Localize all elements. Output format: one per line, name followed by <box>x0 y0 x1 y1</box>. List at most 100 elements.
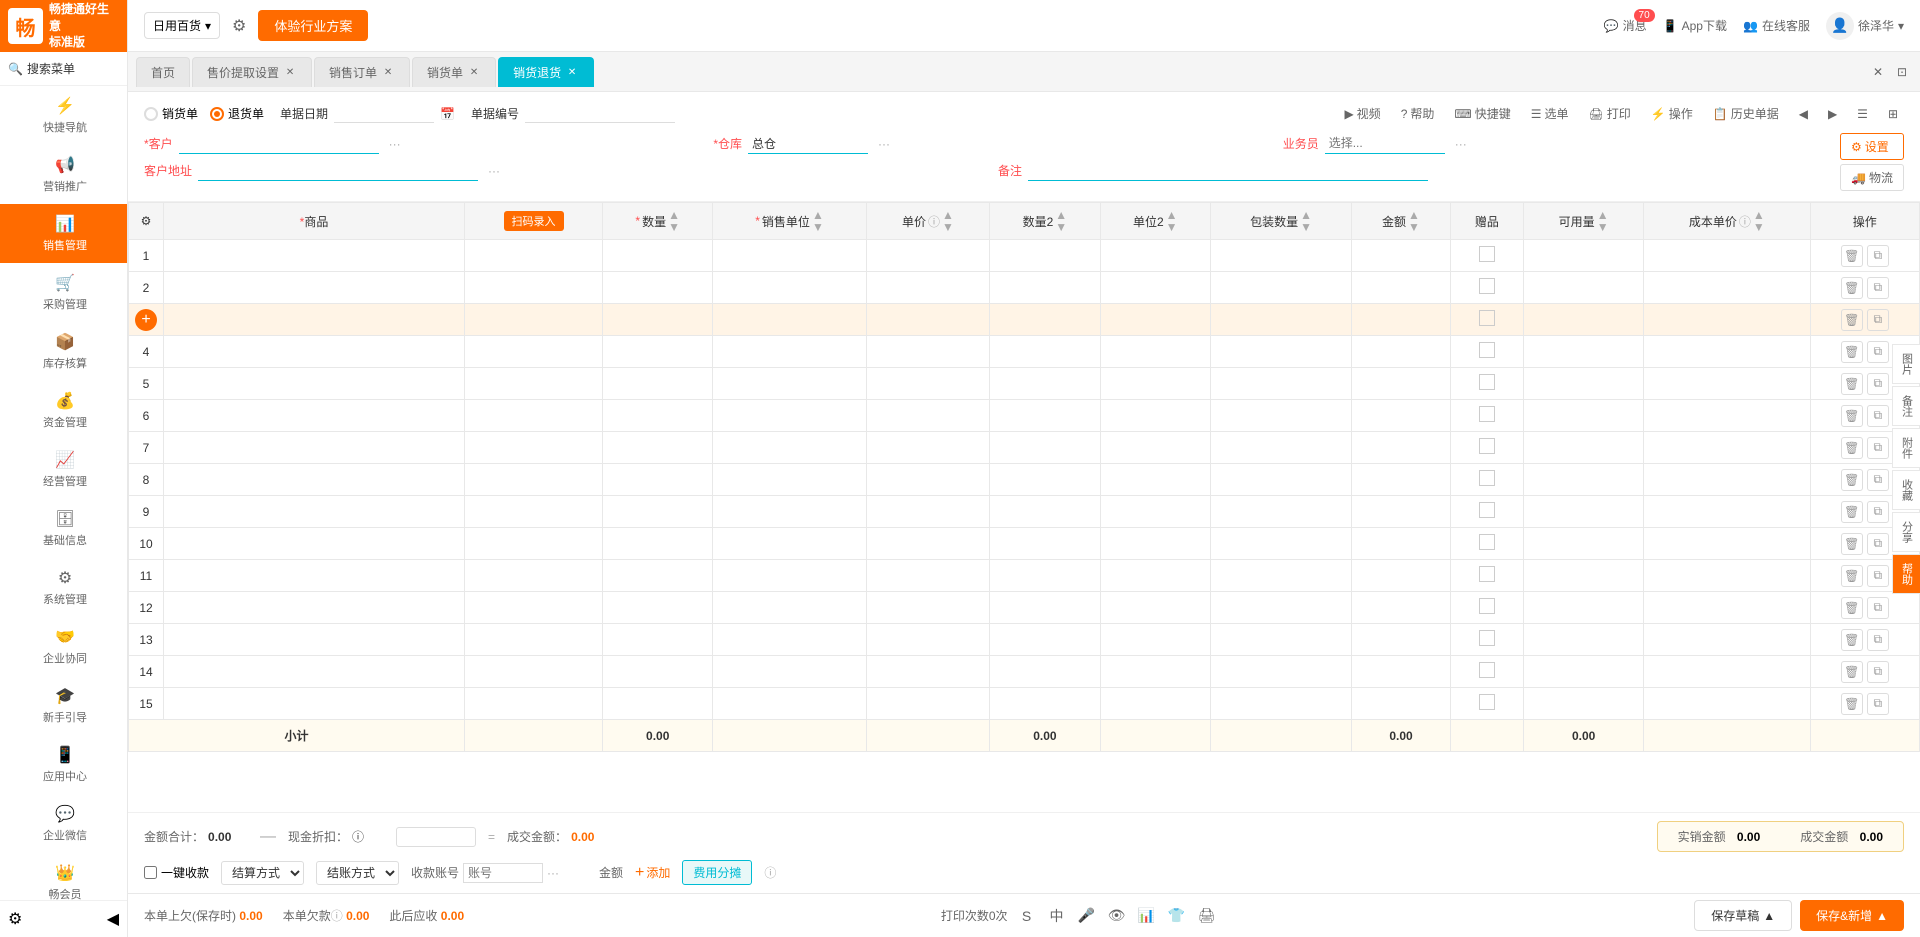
available-cell[interactable] <box>1524 656 1644 688</box>
unit2-cell[interactable] <box>1100 656 1210 688</box>
date-input[interactable]: 2023-03-20 <box>334 104 434 123</box>
cost-price-cell[interactable] <box>1644 624 1811 656</box>
amount-cell[interactable] <box>1352 464 1450 496</box>
unit-price-cell[interactable] <box>866 592 990 624</box>
unit-price-cell[interactable] <box>866 496 990 528</box>
available-cell[interactable] <box>1524 336 1644 368</box>
gift-cell[interactable] <box>1450 272 1524 304</box>
print-btn[interactable]: 🖨 打印 <box>1583 102 1637 125</box>
product-cell[interactable] <box>164 464 465 496</box>
pkg-qty-cell[interactable] <box>1210 272 1351 304</box>
quantity2-cell[interactable] <box>990 464 1100 496</box>
close-all-icon[interactable]: ✕ <box>1868 62 1888 82</box>
pkg-qty-cell[interactable] <box>1210 656 1351 688</box>
sidebar-item-basic[interactable]: 🗄 基础信息 <box>0 499 127 558</box>
gear-icon[interactable]: ⚙ <box>232 16 246 36</box>
gift-cell[interactable] <box>1450 688 1524 720</box>
warehouse-input[interactable] <box>748 133 868 154</box>
amount-cell[interactable] <box>1352 240 1450 272</box>
gift-checkbox[interactable] <box>1479 694 1495 710</box>
shortcuts-btn[interactable]: ⌨ 快捷键 <box>1448 102 1516 125</box>
app-download-button[interactable]: 📱 App下载 <box>1663 17 1727 34</box>
unit2-cell[interactable] <box>1100 624 1210 656</box>
number-input[interactable]: SA-20230320-001 <box>525 104 675 123</box>
available-cell[interactable] <box>1524 624 1644 656</box>
try-plan-button[interactable]: 体验行业方案 <box>258 10 368 41</box>
available-cell[interactable] <box>1524 304 1644 336</box>
available-cell[interactable] <box>1524 272 1644 304</box>
view-list-btn[interactable]: ☰ <box>1851 104 1874 124</box>
sale-unit-cell[interactable] <box>713 432 866 464</box>
copy-row-button[interactable]: ⧉ <box>1867 309 1889 331</box>
gift-checkbox[interactable] <box>1479 438 1495 454</box>
available-cell[interactable] <box>1524 464 1644 496</box>
pkg-qty-cell[interactable] <box>1210 240 1351 272</box>
sidebar-item-member[interactable]: 👑 畅会员 <box>0 853 127 900</box>
delete-row-button[interactable]: 🗑 <box>1841 469 1863 491</box>
delete-row-button[interactable]: 🗑 <box>1841 565 1863 587</box>
product-cell[interactable] <box>164 560 465 592</box>
gift-cell[interactable] <box>1450 560 1524 592</box>
copy-row-button[interactable]: ⧉ <box>1867 437 1889 459</box>
delete-row-button[interactable]: 🗑 <box>1841 597 1863 619</box>
account-input[interactable] <box>463 863 543 883</box>
unit-price-cell[interactable] <box>866 240 990 272</box>
pkg-qty-cell[interactable] <box>1210 400 1351 432</box>
float-attachment-btn[interactable]: 附件 <box>1892 428 1920 468</box>
delete-row-button[interactable]: 🗑 <box>1841 309 1863 331</box>
tool-icon-1[interactable]: S <box>1016 905 1038 927</box>
quantity-cell[interactable] <box>603 528 713 560</box>
unit2-cell[interactable] <box>1100 368 1210 400</box>
cost-price-cell[interactable] <box>1644 336 1811 368</box>
amount-cell[interactable] <box>1352 336 1450 368</box>
cost-price-cell[interactable] <box>1644 240 1811 272</box>
copy-row-button[interactable]: ⧉ <box>1867 469 1889 491</box>
sale-unit-cell[interactable] <box>713 464 866 496</box>
product-cell[interactable] <box>164 400 465 432</box>
radio-sale[interactable]: 销货单 <box>144 105 198 122</box>
save-new-button[interactable]: 保存&新增 ▲ <box>1800 900 1904 931</box>
quantity2-cell[interactable] <box>990 400 1100 432</box>
product-cell[interactable] <box>164 368 465 400</box>
gift-checkbox[interactable] <box>1479 470 1495 486</box>
amount-cell[interactable] <box>1352 496 1450 528</box>
quantity-cell[interactable] <box>603 624 713 656</box>
quantity-cell[interactable] <box>603 272 713 304</box>
industry-select[interactable]: 日用百货 ▾ <box>144 12 220 39</box>
sale-unit-cell[interactable] <box>713 592 866 624</box>
copy-row-button[interactable]: ⧉ <box>1867 501 1889 523</box>
tab-close-icon[interactable]: ✕ <box>283 65 297 79</box>
amount-cell[interactable] <box>1352 304 1450 336</box>
gift-cell[interactable] <box>1450 592 1524 624</box>
add-row-button[interactable]: + <box>135 309 157 331</box>
address-input[interactable] <box>198 160 478 181</box>
tab-sale-setting[interactable]: 售价提取设置 ✕ <box>192 57 312 87</box>
gift-checkbox[interactable] <box>1479 342 1495 358</box>
unit-price-cell[interactable] <box>866 336 990 368</box>
product-cell[interactable] <box>164 688 465 720</box>
copy-row-button[interactable]: ⧉ <box>1867 373 1889 395</box>
tab-sale-order[interactable]: 销售订单 ✕ <box>314 57 410 87</box>
tool-icon-6[interactable]: 👕 <box>1166 905 1188 927</box>
add-button[interactable]: + 添加 <box>635 864 670 882</box>
quantity-cell[interactable] <box>603 688 713 720</box>
settlement-select[interactable]: 结算方式 <box>221 861 304 885</box>
pkg-qty-cell[interactable] <box>1210 432 1351 464</box>
product-cell-active[interactable] <box>164 304 465 336</box>
sidebar-item-wechat[interactable]: 💬 企业微信 <box>0 794 127 853</box>
delete-row-button[interactable]: 🗑 <box>1841 277 1863 299</box>
unit-price-cell[interactable] <box>866 400 990 432</box>
available-cell[interactable] <box>1524 240 1644 272</box>
unit-price-cell[interactable] <box>866 656 990 688</box>
delete-row-button[interactable]: 🗑 <box>1841 245 1863 267</box>
quantity-cell[interactable] <box>603 304 713 336</box>
user-menu[interactable]: 👤 徐泽华 ▾ <box>1826 12 1904 40</box>
cost-price-cell[interactable] <box>1644 560 1811 592</box>
quantity-cell[interactable] <box>603 336 713 368</box>
calendar-icon[interactable]: 📅 <box>440 107 455 121</box>
warehouse-more[interactable]: ··· <box>874 137 894 151</box>
cash-discount-input[interactable] <box>396 827 476 847</box>
quantity2-cell[interactable] <box>990 368 1100 400</box>
quantity2-cell[interactable] <box>990 240 1100 272</box>
available-cell[interactable] <box>1524 560 1644 592</box>
